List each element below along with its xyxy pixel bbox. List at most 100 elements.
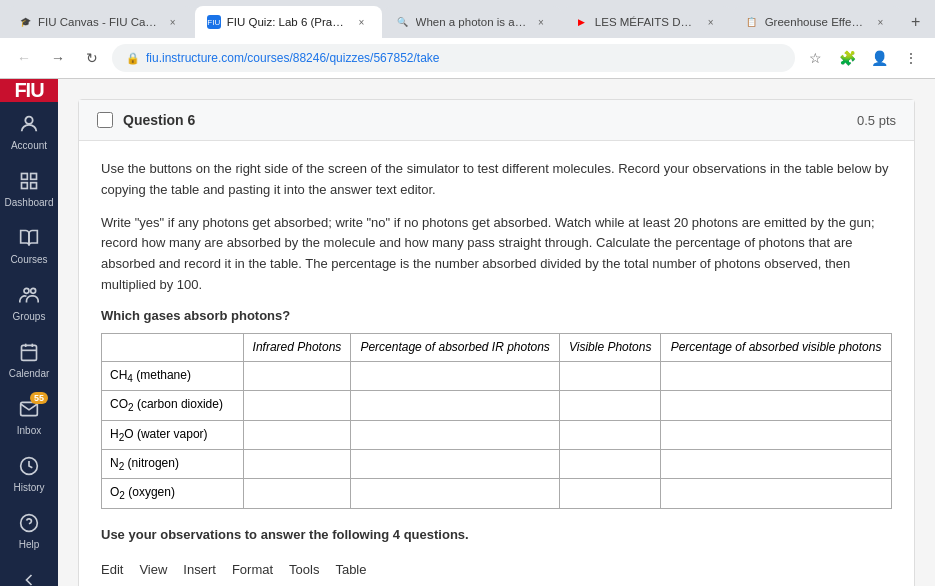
inbox-icon: 55 (15, 395, 43, 423)
tab-5-close[interactable]: × (873, 14, 889, 30)
groups-label: Groups (13, 311, 46, 322)
o2-vis (560, 479, 661, 508)
courses-icon (15, 224, 43, 252)
o2-ir (243, 479, 350, 508)
tab-1-label: FIU Canvas - FIU Canvas (38, 16, 159, 28)
tab-2-close[interactable]: × (354, 14, 370, 30)
observations-label: Use your observations to answer the foll… (101, 527, 892, 542)
question-header: Question 6 0.5 pts (79, 100, 914, 141)
bookmark-button[interactable]: ☆ (801, 44, 829, 72)
toolbar-format[interactable]: Format (232, 562, 273, 577)
toolbar-view[interactable]: View (139, 562, 167, 577)
tab-5[interactable]: 📋 Greenhouse Effect physics lab... × (733, 6, 901, 38)
toolbar-tools[interactable]: Tools (289, 562, 319, 577)
question-title: Question 6 (123, 112, 195, 128)
new-tab-button[interactable]: + (903, 8, 930, 36)
sidebar: FIU Account Dashboard Courses Groups (0, 79, 58, 586)
history-icon (15, 452, 43, 480)
svg-rect-4 (31, 183, 37, 189)
co2-ir (243, 391, 350, 420)
tab-1[interactable]: 🎓 FIU Canvas - FIU Canvas × (6, 6, 193, 38)
h2o-pct-vis (661, 420, 892, 449)
sidebar-item-groups[interactable]: Groups (0, 273, 58, 330)
sidebar-logo: FIU (0, 79, 58, 102)
forward-button[interactable]: → (44, 44, 72, 72)
sidebar-item-collapse[interactable] (11, 558, 47, 586)
refresh-button[interactable]: ↻ (78, 44, 106, 72)
sidebar-item-inbox[interactable]: 55 Inbox (0, 387, 58, 444)
table-title: Which gases absorb photons? (101, 308, 892, 323)
question-points: 0.5 pts (857, 113, 896, 128)
extensions-button[interactable]: 🧩 (833, 44, 861, 72)
absorption-table: Infrared Photons Percentage of absorbed … (101, 333, 892, 509)
dashboard-icon (15, 167, 43, 195)
inbox-label: Inbox (17, 425, 41, 436)
n2-pct-vis (661, 449, 892, 478)
toolbar-insert[interactable]: Insert (183, 562, 216, 577)
app-container: FIU Account Dashboard Courses Groups (0, 79, 935, 586)
svg-point-0 (25, 117, 32, 124)
table-row: N2 (nitrogen) (102, 449, 892, 478)
help-icon (15, 509, 43, 537)
table-header-ir: Infrared Photons (243, 333, 350, 361)
toolbar-table[interactable]: Table (335, 562, 366, 577)
profile-button[interactable]: 👤 (865, 44, 893, 72)
address-url: fiu.instructure.com/courses/88246/quizze… (146, 51, 781, 65)
svg-rect-1 (22, 174, 28, 180)
browser-actions: ☆ 🧩 👤 ⋮ (801, 44, 925, 72)
table-row: CO2 (carbon dioxide) (102, 391, 892, 420)
tab-bar: 🎓 FIU Canvas - FIU Canvas × FIU FIU Quiz… (0, 0, 935, 38)
groups-icon (15, 281, 43, 309)
co2-vis (560, 391, 661, 420)
o2-pct-vis (661, 479, 892, 508)
sidebar-bottom (11, 558, 47, 586)
question-checkbox[interactable] (97, 112, 113, 128)
h2o-pct-ir (351, 420, 560, 449)
editor-toolbar: Edit View Insert Format Tools Table (101, 554, 892, 577)
sidebar-item-history[interactable]: History (0, 444, 58, 501)
address-bar-row: ← → ↻ 🔒 fiu.instructure.com/courses/8824… (0, 38, 935, 79)
table-row: H2O (water vapor) (102, 420, 892, 449)
sidebar-item-calendar[interactable]: Calendar (0, 330, 58, 387)
co2-pct-ir (351, 391, 560, 420)
sidebar-item-help[interactable]: Help (0, 501, 58, 558)
svg-point-6 (31, 288, 36, 293)
tab-4[interactable]: ▶ LES MÉFAITS DES LOGES × (563, 6, 731, 38)
sidebar-item-dashboard[interactable]: Dashboard (0, 159, 58, 216)
svg-rect-2 (31, 174, 37, 180)
tab-3-label: When a photon is absorbed, w... (416, 16, 527, 28)
menu-button[interactable]: ⋮ (897, 44, 925, 72)
tab-2-label: FIU Quiz: Lab 6 (Practice Quiz) (227, 16, 348, 28)
sidebar-item-account[interactable]: Account (0, 102, 58, 159)
tab-2[interactable]: FIU FIU Quiz: Lab 6 (Practice Quiz) × (195, 6, 382, 38)
n2-vis (560, 449, 661, 478)
courses-label: Courses (10, 254, 47, 265)
co2-pct-vis (661, 391, 892, 420)
table-header-vis: Visible Photons (560, 333, 661, 361)
table-header-pct-ir: Percentage of absorbed IR photons (351, 333, 560, 361)
tab-4-close[interactable]: × (703, 14, 719, 30)
browser-chrome: 🎓 FIU Canvas - FIU Canvas × FIU FIU Quiz… (0, 0, 935, 79)
sidebar-item-courses[interactable]: Courses (0, 216, 58, 273)
tab-1-close[interactable]: × (165, 14, 181, 30)
main-content: Question 6 0.5 pts Use the buttons on th… (58, 79, 935, 586)
tab-3-favicon: 🔍 (396, 15, 410, 29)
molecule-n2: N2 (nitrogen) (102, 449, 244, 478)
calendar-icon (15, 338, 43, 366)
inbox-badge: 55 (30, 392, 48, 404)
h2o-ir (243, 420, 350, 449)
o2-pct-ir (351, 479, 560, 508)
calendar-label: Calendar (9, 368, 50, 379)
ch4-pct-vis (661, 361, 892, 390)
question-card: Question 6 0.5 pts Use the buttons on th… (78, 99, 915, 586)
address-bar[interactable]: 🔒 fiu.instructure.com/courses/88246/quiz… (112, 44, 795, 72)
tab-4-favicon: ▶ (575, 15, 589, 29)
molecule-o2: O2 (oxygen) (102, 479, 244, 508)
tab-3[interactable]: 🔍 When a photon is absorbed, w... × (384, 6, 561, 38)
toolbar-edit[interactable]: Edit (101, 562, 123, 577)
question-paragraph1: Use the buttons on the right side of the… (101, 159, 892, 201)
ch4-vis (560, 361, 661, 390)
back-button[interactable]: ← (10, 44, 38, 72)
account-icon (15, 110, 43, 138)
tab-3-close[interactable]: × (533, 14, 549, 30)
